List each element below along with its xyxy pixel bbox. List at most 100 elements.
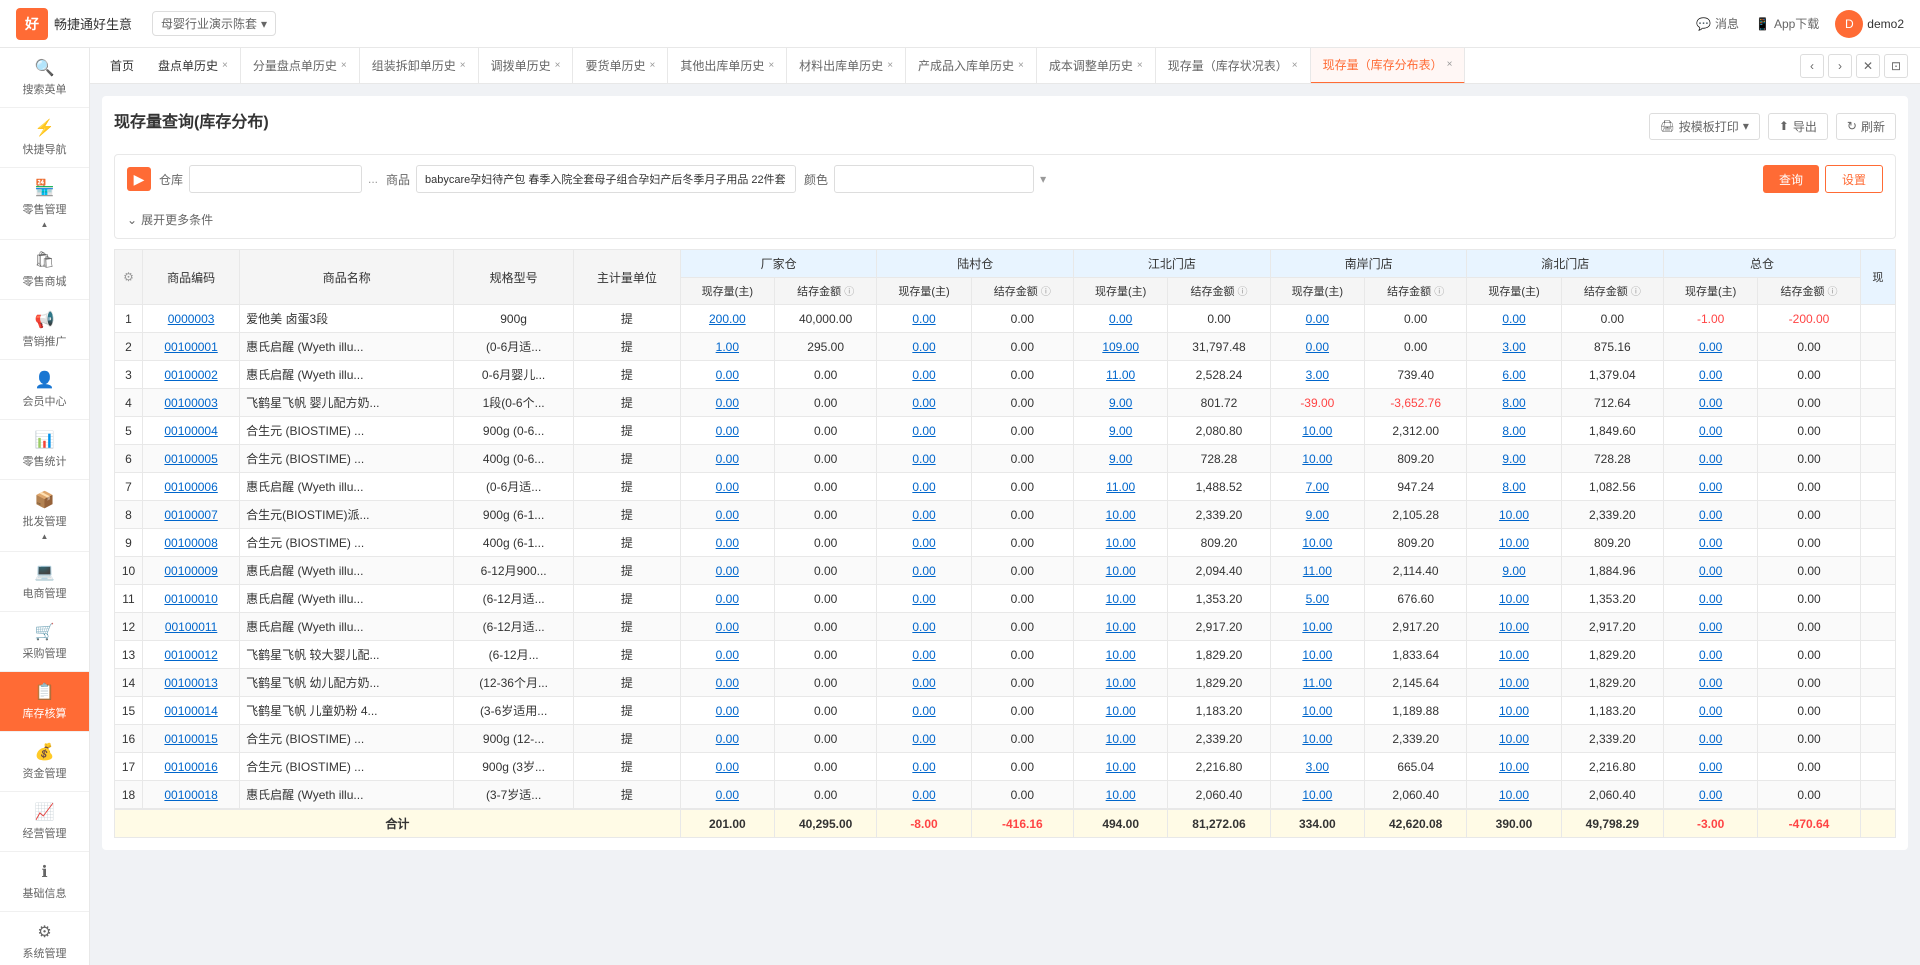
user-area[interactable]: D demo2 (1835, 10, 1904, 38)
sidebar-item-marketing[interactable]: 📢 营销推广 (0, 300, 89, 360)
nav-tab-tab11[interactable]: 现存量（库存分布表）× (1311, 48, 1466, 84)
nav-close-btn[interactable]: ✕ (1856, 54, 1880, 78)
td-l-amt: 0.00 (971, 697, 1074, 725)
table-row: 9 00100008 合生元 (BIOSTIME) ... 400g (6-1.… (115, 529, 1896, 557)
td-code: 00100016 (143, 753, 240, 781)
store-selector[interactable]: 母婴行业演示陈套 ▾ (152, 11, 276, 36)
expand-more-label: 展开更多条件 (141, 211, 213, 228)
nav-tab-tab4[interactable]: 调拨单历史× (479, 48, 574, 84)
td-total-qty: 0.00 (1664, 557, 1758, 585)
info-icon: ⓘ (1041, 287, 1051, 298)
table-row: 14 00100013 飞鹤星飞帆 幼儿配方奶... (12-36个月... 提… (115, 669, 1896, 697)
sidebar-item-quick[interactable]: ⚡ 快捷导航 (0, 108, 89, 168)
footer-na-qty: 334.00 (1270, 809, 1364, 838)
print-icon: 🖨 (1660, 119, 1675, 133)
nav-tab-tab10[interactable]: 现存量（库存状况表）× (1156, 48, 1311, 84)
nav-tab-tab9[interactable]: 成本调整单历史× (1037, 48, 1156, 84)
setting-btn[interactable]: 设置 (1825, 165, 1883, 193)
td-jb-qty: 9.00 (1074, 389, 1168, 417)
td-extra (1860, 613, 1895, 641)
sidebar-item-system[interactable]: ⚙ 系统管理 (0, 912, 89, 965)
export-btn[interactable]: ⬆ 导出 (1768, 113, 1828, 140)
tab-close-btn[interactable]: × (555, 60, 561, 71)
td-total-qty: 0.00 (1664, 641, 1758, 669)
tab-close-btn[interactable]: × (222, 60, 228, 71)
nav-tab-tab5[interactable]: 要货单历史× (573, 48, 668, 84)
tab-close-btn[interactable]: × (460, 60, 466, 71)
tab-close-btn[interactable]: × (887, 60, 893, 71)
table-header: ⚙ 商品编码 商品名称 规格型号 主计量单位 厂家仓 陆村仓 江北门店 南岸门店… (115, 250, 1896, 305)
filter-expand-btn[interactable]: ▶ (127, 167, 151, 191)
sidebar-item-purchase[interactable]: 🛒 采购管理 (0, 612, 89, 672)
sidebar-item-operations[interactable]: 📈 经营管理 (0, 792, 89, 852)
member-icon: 👤 (35, 370, 55, 390)
tab-close-btn[interactable]: × (1137, 60, 1143, 71)
message-btn[interactable]: 💬 消息 (1696, 15, 1739, 32)
chevron-down-icon: ▲ (41, 532, 49, 541)
sidebar-item-retail-shop[interactable]: 🛍 零售商城 (0, 240, 89, 300)
tab-close-btn[interactable]: × (768, 60, 774, 71)
nav-tab-tab6[interactable]: 其他出库单历史× (668, 48, 787, 84)
tab-close-btn[interactable]: × (649, 60, 655, 71)
refresh-btn[interactable]: ↻ 刷新 (1836, 113, 1896, 140)
message-icon: 💬 (1696, 17, 1711, 31)
warehouse-input[interactable] (189, 165, 362, 193)
table-row: 10 00100009 惠氏启醒 (Wyeth illu... 6-12月900… (115, 557, 1896, 585)
td-f-qty: 0.00 (680, 725, 774, 753)
nav-tab-tab2[interactable]: 分量盘点单历史× (241, 48, 360, 84)
sidebar-item-wholesale[interactable]: 📦 批发管理 ▲ (0, 480, 89, 552)
app-download-btn[interactable]: 📱 App下载 (1755, 15, 1819, 32)
sidebar-item-retail[interactable]: 🏪 零售管理 ▲ (0, 168, 89, 240)
sidebar-item-member[interactable]: 👤 会员中心 (0, 360, 89, 420)
td-f-amt: 0.00 (774, 361, 877, 389)
sidebar-item-ecommerce[interactable]: 💻 电商管理 (0, 552, 89, 612)
td-unit: 提 (573, 613, 680, 641)
nav-expand-btn[interactable]: ⊡ (1884, 54, 1908, 78)
color-input[interactable] (834, 165, 1034, 193)
td-jb-amt: 31,797.48 (1168, 333, 1271, 361)
color-field: 颜色 ▾ (804, 165, 1046, 193)
td-code: 00100010 (143, 585, 240, 613)
td-yb-qty: 3.00 (1467, 333, 1561, 361)
td-na-amt: 809.20 (1364, 445, 1467, 473)
sidebar-item-inventory[interactable]: 📋 库存核算 (0, 672, 89, 732)
sidebar-item-search[interactable]: 🔍 搜索英单 (0, 48, 89, 108)
nav-tab-tab7[interactable]: 材料出库单历史× (787, 48, 906, 84)
th-factory-warehouse: 厂家仓 (680, 250, 877, 278)
td-yb-amt: 1,849.60 (1561, 417, 1664, 445)
expand-more-btn[interactable]: ⌄ 展开更多条件 (127, 211, 213, 228)
td-extra (1860, 585, 1895, 613)
goods-input[interactable] (416, 165, 796, 193)
tab-close-btn[interactable]: × (1447, 59, 1453, 70)
sidebar-item-retail-stat[interactable]: 📊 零售统计 (0, 420, 89, 480)
td-name: 合生元 (BIOSTIME) ... (240, 529, 454, 557)
td-yb-amt: 712.64 (1561, 389, 1664, 417)
td-jb-qty: 10.00 (1074, 529, 1168, 557)
refresh-label: 刷新 (1861, 118, 1885, 135)
table-wrapper: ⚙ 商品编码 商品名称 规格型号 主计量单位 厂家仓 陆村仓 江北门店 南岸门店… (114, 249, 1896, 838)
tab-close-btn[interactable]: × (1018, 60, 1024, 71)
nav-tab-tab8[interactable]: 产成品入库单历史× (906, 48, 1037, 84)
print-btn[interactable]: 🖨 按模板打印 ▾ (1649, 113, 1760, 140)
td-total-amt: 0.00 (1758, 613, 1861, 641)
th-code: 商品编码 (143, 250, 240, 305)
table-body: 1 0000003 爱他美 卤蛋3段 900g 提 200.00 40,000.… (115, 305, 1896, 838)
nav-next-btn[interactable]: › (1828, 54, 1852, 78)
sidebar-label: 零售商城 (23, 273, 67, 289)
query-btn[interactable]: 查询 (1763, 165, 1819, 193)
td-f-qty: 0.00 (680, 641, 774, 669)
td-code: 0000003 (143, 305, 240, 333)
nav-tab-tab1[interactable]: 盘点单历史× (146, 48, 241, 84)
logo-icon: 好 (16, 8, 48, 40)
avatar: D (1835, 10, 1863, 38)
settings-icon[interactable]: ⚙ (123, 270, 134, 284)
home-tab[interactable]: 首页 (98, 48, 146, 84)
th-jiangbei-store: 江北门店 (1074, 250, 1271, 278)
nav-prev-btn[interactable]: ‹ (1800, 54, 1824, 78)
sidebar-item-basic[interactable]: ℹ 基础信息 (0, 852, 89, 912)
nav-tab-tab3[interactable]: 组装拆卸单历史× (360, 48, 479, 84)
tab-close-btn[interactable]: × (1292, 60, 1298, 71)
sidebar-item-finance[interactable]: 💰 资金管理 (0, 732, 89, 792)
tab-close-btn[interactable]: × (341, 60, 347, 71)
refresh-icon: ↻ (1847, 119, 1857, 133)
